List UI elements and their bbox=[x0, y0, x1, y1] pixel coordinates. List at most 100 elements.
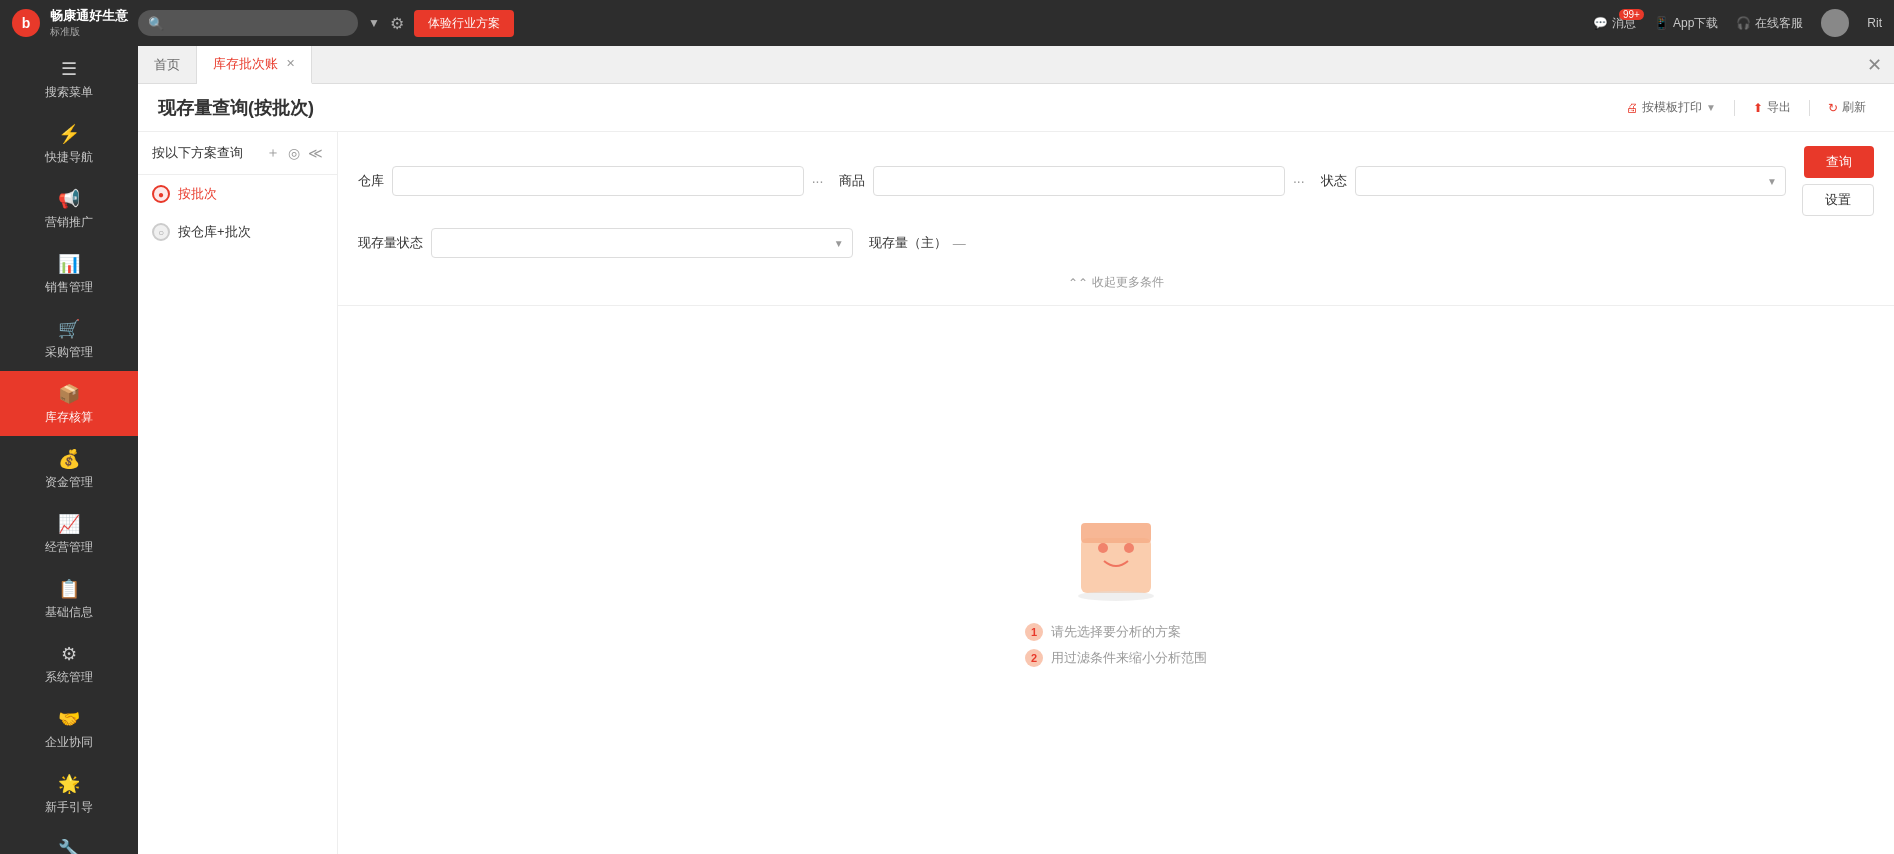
empty-svg bbox=[1056, 493, 1176, 603]
configure-scheme-icon[interactable]: ◎ bbox=[288, 145, 300, 161]
scheme-icon-warehouse-batch: ○ bbox=[152, 223, 170, 241]
warehouse-dots-icon[interactable]: ··· bbox=[812, 173, 824, 189]
page-title: 现存量查询(按批次) bbox=[158, 96, 1618, 120]
export-btn[interactable]: ⬆ 导出 bbox=[1745, 95, 1799, 120]
operations-icon: 📈 bbox=[58, 513, 80, 535]
sidebar-item-operations[interactable]: 📈 经营管理 bbox=[0, 501, 138, 566]
filter-product: 商品 ··· bbox=[839, 166, 1304, 196]
left-panel: 按以下方案查询 ＋ ◎ ≪ ● 按批次 ○ 按仓库+批次 bbox=[138, 132, 338, 854]
tab-bar: 首页 库存批次账 ✕ ✕ bbox=[138, 46, 1894, 84]
search-input[interactable] bbox=[170, 16, 348, 30]
online-service-label: 在线客服 bbox=[1755, 15, 1803, 32]
sidebar-item-inventory[interactable]: 📦 库存核算 bbox=[0, 371, 138, 436]
trial-button[interactable]: 体验行业方案 bbox=[414, 10, 514, 37]
sidebar-item-apps[interactable]: 🔧 应用中心 bbox=[0, 826, 138, 854]
settings-icon[interactable]: ⚙ bbox=[390, 14, 404, 33]
scheme-label-warehouse-batch: 按仓库+批次 bbox=[178, 223, 251, 241]
left-panel-header: 按以下方案查询 ＋ ◎ ≪ bbox=[138, 132, 337, 175]
search-icon: 🔍 bbox=[148, 16, 164, 31]
system-icon: ⚙ bbox=[61, 643, 77, 665]
sidebar-item-sales[interactable]: 📊 销售管理 bbox=[0, 241, 138, 306]
print-template-label: 按模板打印 bbox=[1642, 99, 1702, 116]
product-dots-icon[interactable]: ··· bbox=[1293, 173, 1305, 189]
print-dropdown-icon[interactable]: ▼ bbox=[1706, 102, 1716, 113]
product-filter-input[interactable] bbox=[873, 166, 1285, 196]
sidebar-item-basics[interactable]: 📋 基础信息 bbox=[0, 566, 138, 631]
online-service-btn[interactable]: 🎧 在线客服 bbox=[1736, 15, 1803, 32]
sidebar-item-label: 资金管理 bbox=[45, 474, 93, 491]
sidebar-item-guide[interactable]: 🌟 新手引导 bbox=[0, 761, 138, 826]
status-dropdown-icon: ▼ bbox=[1767, 176, 1777, 187]
filter-area: 仓库 ··· 商品 ··· 状态 bbox=[338, 132, 1894, 306]
inventory-icon: 📦 bbox=[58, 383, 80, 405]
sidebar-item-label: 库存核算 bbox=[45, 409, 93, 426]
search-bar[interactable]: 🔍 bbox=[138, 10, 358, 36]
hint-text-2: 用过滤条件来缩小分析范围 bbox=[1051, 649, 1207, 667]
sidebar-item-purchase[interactable]: 🛒 采购管理 bbox=[0, 306, 138, 371]
collapse-filters-btn[interactable]: ⌃⌃ 收起更多条件 bbox=[358, 270, 1874, 291]
filter-row-1: 仓库 ··· 商品 ··· 状态 bbox=[358, 146, 1874, 216]
sidebar-item-label: 快捷导航 bbox=[45, 149, 93, 166]
status-filter-select[interactable]: ▼ bbox=[1355, 166, 1786, 196]
sidebar: ☰ 搜索菜单 ⚡ 快捷导航 📢 营销推广 📊 销售管理 🛒 采购管理 📦 库存核… bbox=[0, 46, 138, 854]
scheme-item-warehouse-batch[interactable]: ○ 按仓库+批次 bbox=[138, 213, 337, 251]
page-actions: 🖨 按模板打印 ▼ ⬆ 导出 ↻ 刷新 bbox=[1618, 95, 1874, 120]
app-logo: b bbox=[12, 9, 40, 37]
sidebar-item-label: 搜索菜单 bbox=[45, 84, 93, 101]
messages-btn[interactable]: 💬 消息 99+ bbox=[1593, 15, 1636, 32]
page-header: 现存量查询(按批次) 🖨 按模板打印 ▼ ⬆ 导出 ↻ 刷新 bbox=[138, 84, 1894, 132]
user-avatar[interactable] bbox=[1821, 9, 1849, 37]
add-scheme-icon[interactable]: ＋ bbox=[266, 144, 280, 162]
sidebar-item-search[interactable]: ☰ 搜索菜单 bbox=[0, 46, 138, 111]
refresh-label: 刷新 bbox=[1842, 99, 1866, 116]
scheme-item-batch[interactable]: ● 按批次 bbox=[138, 175, 337, 213]
finance-icon: 💰 bbox=[58, 448, 80, 470]
tab-bar-close-icon[interactable]: ✕ bbox=[1867, 54, 1882, 76]
sidebar-item-system[interactable]: ⚙ 系统管理 bbox=[0, 631, 138, 696]
headset-icon: 🎧 bbox=[1736, 16, 1751, 30]
inventory-amount-label: 现存量（主） bbox=[869, 234, 947, 252]
sidebar-item-label: 营销推广 bbox=[45, 214, 93, 231]
hint-text-1: 请先选择要分析的方案 bbox=[1051, 623, 1181, 641]
apps-icon: 🔧 bbox=[58, 838, 80, 854]
basics-icon: 📋 bbox=[58, 578, 80, 600]
refresh-btn[interactable]: ↻ 刷新 bbox=[1820, 95, 1874, 120]
inventory-status-label: 现存量状态 bbox=[358, 234, 423, 252]
warehouse-filter-input[interactable] bbox=[392, 166, 804, 196]
search-dropdown-icon[interactable]: ▼ bbox=[368, 16, 380, 30]
tab-inventory-batch-label: 库存批次账 bbox=[213, 55, 278, 73]
sidebar-item-label: 企业协同 bbox=[45, 734, 93, 751]
tab-close-icon[interactable]: ✕ bbox=[286, 57, 295, 70]
company-name: 畅康通好生意 bbox=[50, 7, 128, 25]
top-bar: b 畅康通好生意 标准版 🔍 ▼ ⚙ 体验行业方案 💬 消息 99+ 📱 App… bbox=[0, 0, 1894, 46]
sidebar-item-finance[interactable]: 💰 资金管理 bbox=[0, 436, 138, 501]
product-filter-label: 商品 bbox=[839, 172, 865, 190]
print-template-btn[interactable]: 🖨 按模板打印 ▼ bbox=[1618, 95, 1724, 120]
inventory-status-select[interactable]: ▼ bbox=[431, 228, 853, 258]
collapse-filters-label: 收起更多条件 bbox=[1092, 274, 1164, 291]
tab-home[interactable]: 首页 bbox=[138, 46, 197, 84]
tab-inventory-batch[interactable]: 库存批次账 ✕ bbox=[197, 46, 312, 84]
scheme-label-batch: 按批次 bbox=[178, 185, 217, 203]
filter-warehouse: 仓库 ··· bbox=[358, 166, 823, 196]
sidebar-item-quicknav[interactable]: ⚡ 快捷导航 bbox=[0, 111, 138, 176]
filter-inventory-amount: 现存量（主） — bbox=[869, 234, 1364, 252]
settings-button[interactable]: 设置 bbox=[1802, 184, 1874, 216]
sidebar-item-label: 采购管理 bbox=[45, 344, 93, 361]
empty-hints: 1 请先选择要分析的方案 2 用过滤条件来缩小分析范围 bbox=[1025, 623, 1207, 667]
user-name[interactable]: Rit bbox=[1867, 16, 1882, 30]
content-area: 首页 库存批次账 ✕ ✕ 现存量查询(按批次) 🖨 按模板打印 ▼ ⬆ 导出 bbox=[138, 46, 1894, 854]
search-menu-icon: ☰ bbox=[61, 58, 77, 80]
app-download-btn[interactable]: 📱 App下载 bbox=[1654, 15, 1718, 32]
collapse-panel-icon[interactable]: ≪ bbox=[308, 145, 323, 161]
query-button[interactable]: 查询 bbox=[1804, 146, 1874, 178]
phone-icon: 📱 bbox=[1654, 16, 1669, 30]
print-icon: 🖨 bbox=[1626, 101, 1638, 115]
purchase-icon: 🛒 bbox=[58, 318, 80, 340]
scheme-icon-batch: ● bbox=[152, 185, 170, 203]
sidebar-item-enterprise[interactable]: 🤝 企业协同 bbox=[0, 696, 138, 761]
svg-point-4 bbox=[1078, 591, 1154, 601]
empty-hint-2: 2 用过滤条件来缩小分析范围 bbox=[1025, 649, 1207, 667]
sidebar-item-marketing[interactable]: 📢 营销推广 bbox=[0, 176, 138, 241]
enterprise-icon: 🤝 bbox=[58, 708, 80, 730]
